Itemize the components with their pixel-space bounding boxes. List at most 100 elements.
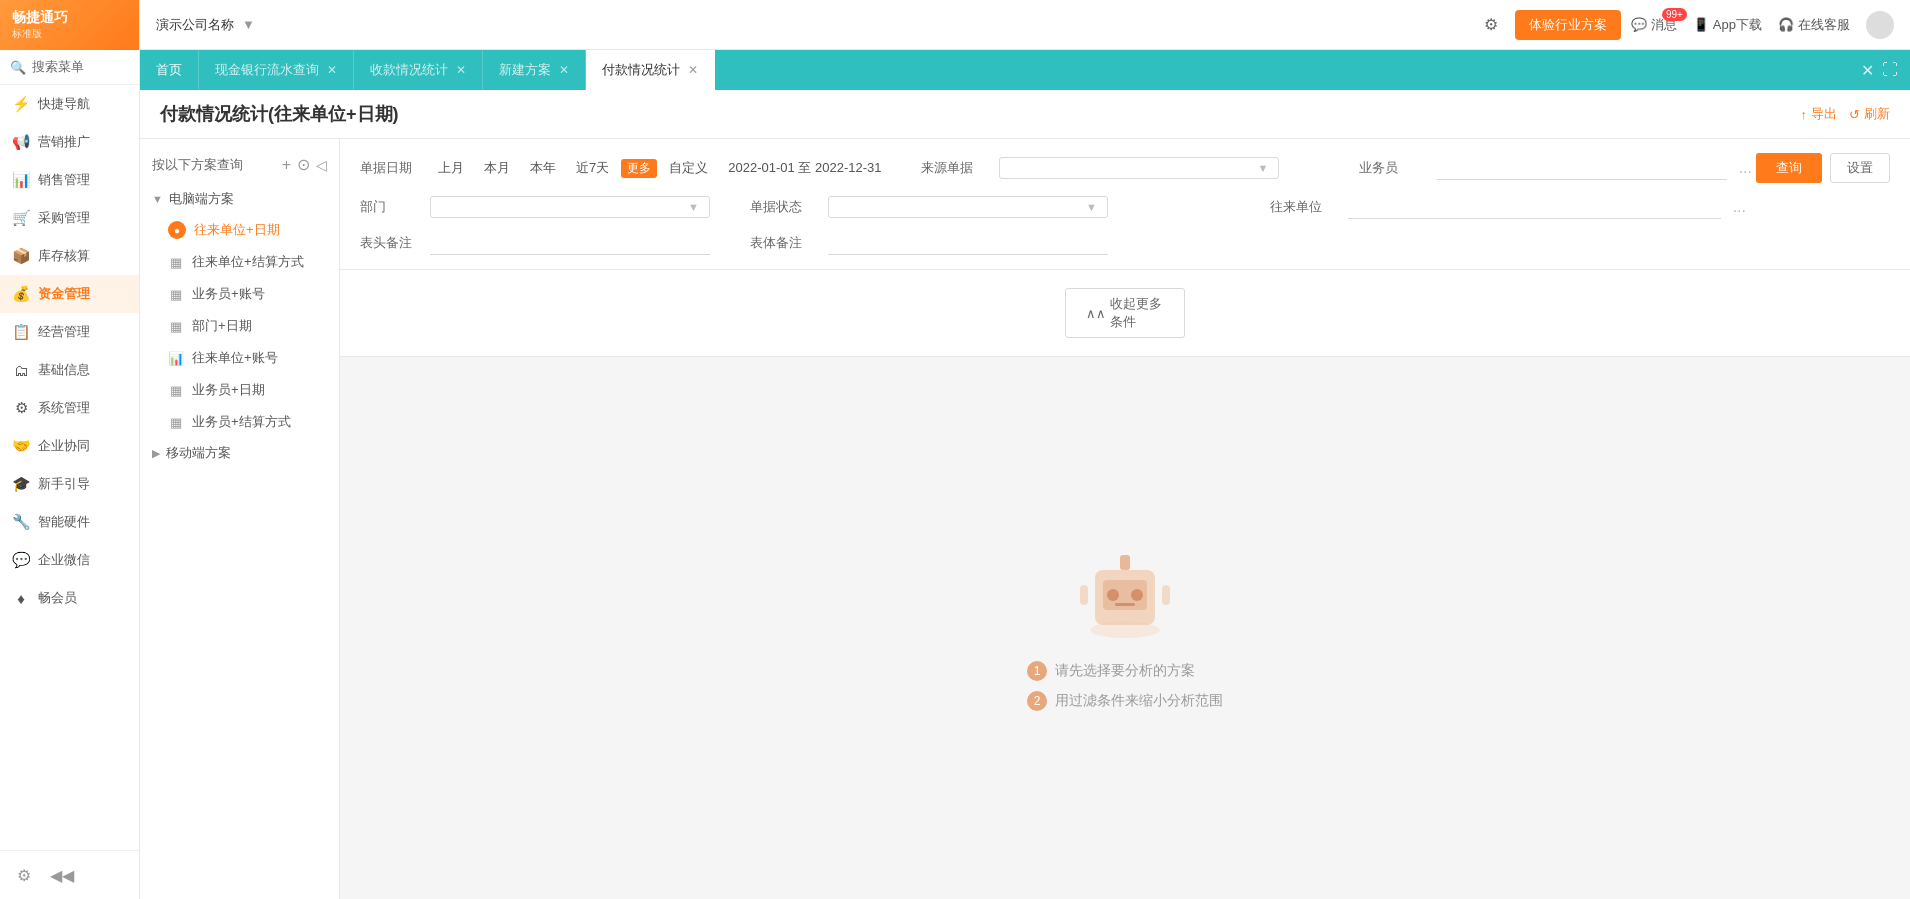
scheme-item-icon-5: 📊 — [168, 350, 184, 366]
tab-receipts-close[interactable]: ✕ — [456, 63, 466, 77]
tabs-bar: 首页 现金银行流水查询 ✕ 收款情况统计 ✕ 新建方案 ✕ 付款情况统计 ✕ ✕… — [140, 50, 1910, 90]
source-bill-select[interactable]: ▼ — [999, 157, 1279, 179]
query-btn[interactable]: 查询 — [1756, 153, 1822, 183]
export-btn[interactable]: ↑ 导出 — [1801, 105, 1838, 123]
svg-rect-8 — [1162, 585, 1170, 605]
tabs-actions: ✕ ⛶ — [1849, 50, 1910, 90]
scheme-item-staff-account[interactable]: ▦ 业务员+账号 — [140, 278, 339, 310]
collapse-more-container: ∧∧ 收起更多条件 — [340, 270, 1910, 357]
scheme-item-staff-settle[interactable]: ▦ 业务员+结算方式 — [140, 406, 339, 438]
filter-row-2: 部门 ▼ 单据状态 ▼ 往来单 — [360, 195, 1890, 219]
tab-new-scheme[interactable]: 新建方案 ✕ — [483, 50, 586, 90]
partner-label: 往来单位 — [1270, 198, 1340, 216]
filter-settings-btn[interactable]: 设置 — [1830, 153, 1890, 183]
app-download-btn[interactable]: 📱 App下载 — [1693, 16, 1762, 34]
sidebar-item-vip[interactable]: ♦ 畅会员 — [0, 579, 139, 617]
more-btn[interactable]: 更多 — [621, 159, 657, 178]
tabs-close-all-btn[interactable]: ✕ — [1861, 61, 1874, 80]
vip-icon: ♦ — [12, 589, 30, 607]
scheme-item-staff-date[interactable]: ▦ 业务员+日期 — [140, 374, 339, 406]
this-year-btn[interactable]: 本年 — [522, 157, 564, 179]
tab-payment-stat[interactable]: 付款情况统计 ✕ — [586, 50, 715, 90]
table-body-note-input[interactable] — [828, 231, 1108, 255]
scheme-item-icon-7: ▦ — [168, 414, 184, 430]
scheme-item-partner-settle-label: 往来单位+结算方式 — [192, 253, 304, 271]
scheme-group-mobile-arrow-icon: ▶ — [152, 447, 160, 460]
collapse-more-btn[interactable]: ∧∧ 收起更多条件 — [1065, 288, 1185, 338]
bill-status-select[interactable]: ▼ — [828, 196, 1108, 218]
scheme-add-btn[interactable]: + — [282, 156, 291, 174]
salesperson-dots-btn[interactable]: ... — [1735, 159, 1756, 177]
user-avatar[interactable] — [1866, 11, 1894, 39]
sidebar-item-basic-info[interactable]: 🗂 基础信息 — [0, 351, 139, 389]
topbar: 演示公司名称 ▼ ⚙ 体验行业方案 💬 消息 99+ 📱 App下载 🎧 在线客… — [140, 0, 1910, 50]
scheme-item-partner-account[interactable]: 📊 往来单位+账号 — [140, 342, 339, 374]
last7-btn[interactable]: 近7天 — [568, 157, 617, 179]
sidebar-item-enterprise[interactable]: 🤝 企业协同 — [0, 427, 139, 465]
scheme-item-partner-date[interactable]: ● 往来单位+日期 — [140, 214, 339, 246]
content-area: 付款情况统计(往来单位+日期) ↑ 导出 ↺ 刷新 按以下方案查询 + — [140, 90, 1910, 899]
sidebar-item-quick-nav[interactable]: ⚡ 快捷导航 — [0, 85, 139, 123]
enterprise-icon: 🤝 — [12, 437, 30, 455]
export-label: 导出 — [1811, 105, 1837, 123]
salesperson-input[interactable] — [1437, 156, 1727, 180]
online-support-btn[interactable]: 🎧 在线客服 — [1778, 16, 1850, 34]
scheme-group-desktop-header[interactable]: ▼ 电脑端方案 — [140, 184, 339, 214]
date-range-text: 2022-01-01 至 2022-12-31 — [728, 159, 881, 177]
refresh-btn[interactable]: ↺ 刷新 — [1849, 105, 1890, 123]
partner-input[interactable] — [1348, 195, 1721, 219]
sidebar-item-smart-hw[interactable]: 🔧 智能硬件 — [0, 503, 139, 541]
sidebar-item-purchase[interactable]: 🛒 采购管理 — [0, 199, 139, 237]
dept-select[interactable]: ▼ — [430, 196, 710, 218]
sidebar-search-item[interactable]: 🔍 搜索菜单 — [0, 50, 139, 85]
dept-label: 部门 — [360, 198, 430, 216]
empty-tip-1-text: 请先选择要分析的方案 — [1055, 662, 1195, 680]
table-header-note-input[interactable] — [430, 231, 710, 255]
tab-receipts-stat[interactable]: 收款情况统计 ✕ — [354, 50, 483, 90]
custom-btn[interactable]: 自定义 — [661, 157, 716, 179]
date-options: 上月 本月 本年 近7天 更多 自定义 2022-01-01 至 2022-12… — [430, 157, 881, 179]
last-month-btn[interactable]: 上月 — [430, 157, 472, 179]
salesperson-label: 业务员 — [1359, 159, 1429, 177]
scheme-collapse-btn[interactable]: ◁ — [316, 157, 327, 173]
tab-receipts-label: 收款情况统计 — [370, 61, 448, 79]
scheme-group-mobile-header[interactable]: ▶ 移动端方案 — [140, 438, 339, 468]
this-month-btn[interactable]: 本月 — [476, 157, 518, 179]
scheme-settings-btn[interactable]: ⊙ — [297, 155, 310, 174]
app-download-label: App下载 — [1713, 16, 1762, 34]
bill-date-label: 单据日期 — [360, 159, 430, 177]
sidebar-item-system[interactable]: ⚙ 系统管理 — [0, 389, 139, 427]
partner-dots-btn[interactable]: ... — [1729, 198, 1750, 216]
sidebar-footer-settings[interactable]: ⚙ — [10, 861, 38, 889]
notifications-btn[interactable]: 💬 消息 99+ — [1631, 16, 1677, 34]
scheme-item-dept-date[interactable]: ▦ 部门+日期 — [140, 310, 339, 342]
sidebar-item-sales[interactable]: 📊 销售管理 — [0, 161, 139, 199]
company-arrow-icon: ▼ — [242, 17, 255, 32]
tab-new-scheme-close[interactable]: ✕ — [559, 63, 569, 77]
inventory-icon: 📦 — [12, 247, 30, 265]
sidebar-footer-collapse[interactable]: ◀◀ — [48, 861, 76, 889]
empty-tips: 1 请先选择要分析的方案 2 用过滤条件来缩小分析范围 — [1027, 661, 1223, 711]
topbar-settings-btn[interactable]: ⚙ — [1477, 11, 1505, 39]
sidebar-item-wechat[interactable]: 💬 企业微信 — [0, 541, 139, 579]
tab-payment-stat-label: 付款情况统计 — [602, 61, 680, 79]
sidebar-subtitle: 标准版 — [12, 27, 68, 41]
scheme-item-staff-date-label: 业务员+日期 — [192, 381, 265, 399]
newbie-icon: 🎓 — [12, 475, 30, 493]
sidebar-item-marketing[interactable]: 📢 营销推广 — [0, 123, 139, 161]
tab-payment-stat-close[interactable]: ✕ — [688, 63, 698, 77]
tabs-expand-btn[interactable]: ⛶ — [1882, 61, 1898, 79]
tab-home[interactable]: 首页 — [140, 50, 199, 90]
sidebar-item-inventory[interactable]: 📦 库存核算 — [0, 237, 139, 275]
sidebar-item-operation[interactable]: 📋 经营管理 — [0, 313, 139, 351]
refresh-icon: ↺ — [1849, 107, 1860, 122]
tab-bank-flow-close[interactable]: ✕ — [327, 63, 337, 77]
sidebar-item-newbie[interactable]: 🎓 新手引导 — [0, 465, 139, 503]
tab-bank-flow[interactable]: 现金银行流水查询 ✕ — [199, 50, 354, 90]
basic-info-icon: 🗂 — [12, 361, 30, 379]
sidebar-item-capital[interactable]: 💰 资金管理 — [0, 275, 139, 313]
source-bill-arrow-icon: ▼ — [1258, 162, 1269, 174]
scheme-item-partner-settle[interactable]: ▦ 往来单位+结算方式 — [140, 246, 339, 278]
trial-btn[interactable]: 体验行业方案 — [1515, 10, 1621, 40]
scheme-item-icon-4: ▦ — [168, 318, 184, 334]
